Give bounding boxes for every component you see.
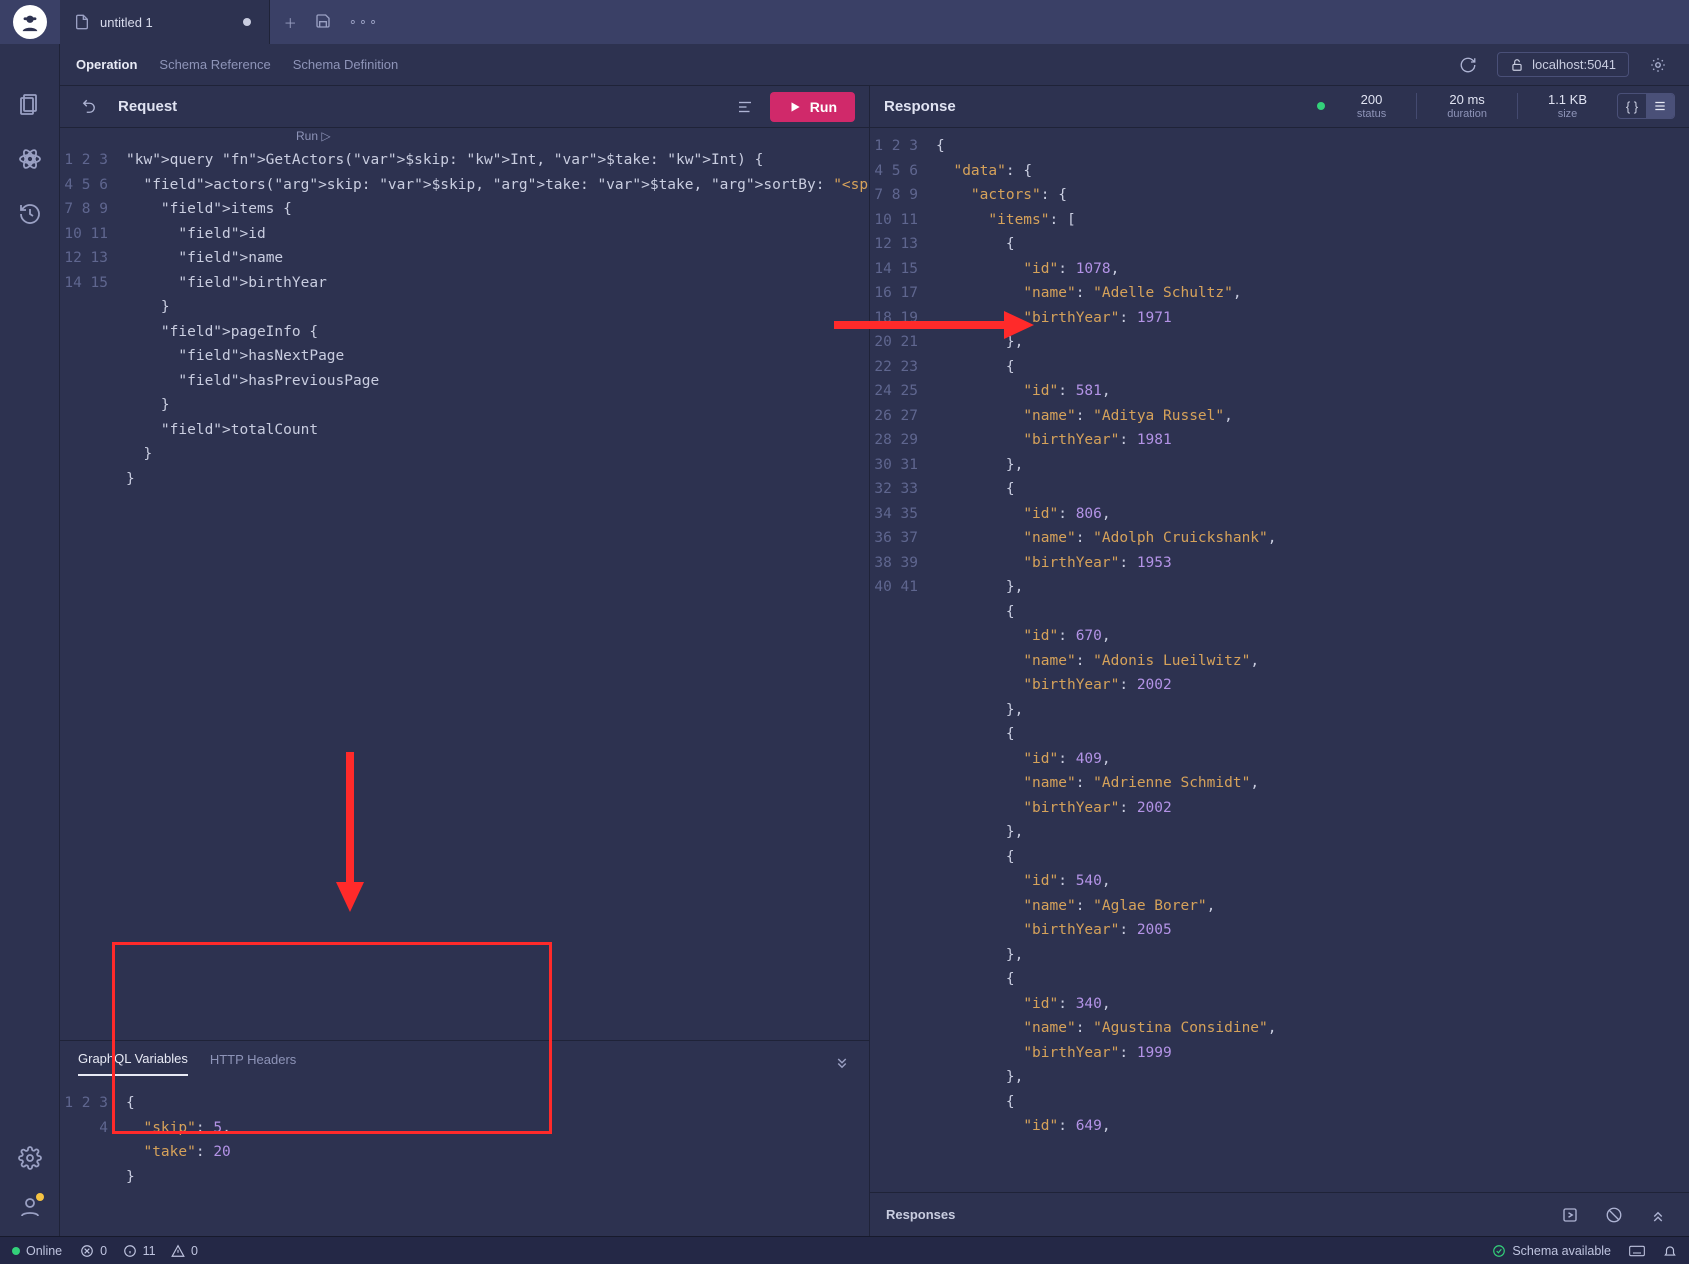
status-value: 200: [1357, 93, 1386, 107]
warning-icon: [171, 1244, 185, 1258]
request-pane: Request Run Run ▷ 1 2 3 4 5 6 7 8 9 10 1…: [60, 86, 870, 1236]
response-title: Response: [884, 98, 956, 115]
save-button[interactable]: [315, 13, 331, 32]
run-label: Run: [810, 99, 837, 115]
open-response-button[interactable]: [1555, 1200, 1585, 1230]
schema-status[interactable]: Schema available: [1492, 1244, 1611, 1258]
errors-count[interactable]: 0 11 0: [80, 1244, 198, 1258]
documents-icon[interactable]: [18, 92, 42, 119]
response-viewer[interactable]: 1 2 3 4 5 6 7 8 9 10 11 12 13 14 15 16 1…: [870, 128, 1689, 1192]
line-gutter: 1 2 3 4 5 6 7 8 9 10 11 12 13 14 15 16 1…: [870, 128, 930, 1192]
endpoint-chip[interactable]: localhost:5041: [1497, 52, 1629, 77]
more-button[interactable]: ∘∘∘: [349, 14, 379, 30]
document-tab[interactable]: untitled 1: [60, 0, 270, 44]
status-bar: Online 0 11 0 Schema available: [0, 1236, 1689, 1264]
line-gutter: 1 2 3 4: [60, 1085, 120, 1236]
tab-operation[interactable]: Operation: [76, 53, 137, 76]
tab-title: untitled 1: [100, 15, 153, 30]
query-editor[interactable]: Run ▷ 1 2 3 4 5 6 7 8 9 10 11 12 13 14 1…: [60, 128, 869, 1040]
size-value: 1.1 KB: [1548, 93, 1587, 107]
check-circle-icon: [1492, 1244, 1506, 1258]
play-icon: [788, 100, 802, 114]
tab-graphql-variables[interactable]: GraphQL Variables: [78, 1051, 188, 1076]
json-view-icon[interactable]: { }: [1618, 94, 1646, 118]
online-status[interactable]: Online: [12, 1244, 62, 1258]
prettify-button[interactable]: [730, 92, 760, 122]
run-button[interactable]: Run: [770, 92, 855, 122]
response-view-toggle[interactable]: { }: [1617, 93, 1675, 119]
response-pane: Response 200status 20 msduration 1.1 KBs…: [870, 86, 1689, 1236]
run-code-lens[interactable]: Run ▷: [296, 129, 331, 143]
expand-responses-button[interactable]: [1643, 1200, 1673, 1230]
tab-http-headers[interactable]: HTTP Headers: [210, 1052, 296, 1075]
line-gutter: 1 2 3 4 5 6 7 8 9 10 11 12 13 14 15: [60, 128, 120, 1040]
app-logo: [13, 5, 47, 39]
keyboard-icon[interactable]: [1629, 1245, 1645, 1257]
responses-title: Responses: [886, 1207, 955, 1222]
new-tab-button[interactable]: ＋: [284, 13, 297, 32]
activity-bar: [0, 44, 60, 1236]
file-icon: [74, 14, 90, 30]
clear-responses-button[interactable]: [1599, 1200, 1629, 1230]
error-icon: [80, 1244, 94, 1258]
settings-icon[interactable]: [18, 1146, 42, 1173]
settings-button[interactable]: [1643, 50, 1673, 80]
request-title: Request: [118, 98, 177, 115]
responses-tray: Responses: [870, 1192, 1689, 1236]
info-icon: [123, 1244, 137, 1258]
online-dot-icon: [12, 1247, 20, 1255]
refresh-schema-button[interactable]: [1453, 50, 1483, 80]
variables-panel: GraphQL Variables HTTP Headers 1 2 3 4 {…: [60, 1040, 869, 1236]
account-icon[interactable]: [18, 1195, 42, 1222]
tab-schema-reference[interactable]: Schema Reference: [159, 53, 270, 76]
explorer-toggle-icon[interactable]: [74, 92, 104, 122]
endpoint-label: localhost:5041: [1532, 57, 1616, 72]
tab-schema-definition[interactable]: Schema Definition: [293, 53, 399, 76]
lock-open-icon: [1510, 58, 1524, 72]
titlebar: untitled 1 ＋ ∘∘∘: [0, 0, 1689, 44]
notifications-icon[interactable]: [1663, 1244, 1677, 1258]
duration-value: 20 ms: [1447, 93, 1487, 107]
history-icon[interactable]: [18, 202, 42, 229]
sub-nav: Operation Schema Reference Schema Defini…: [60, 44, 1689, 86]
collapse-variables-button[interactable]: [833, 1053, 851, 1074]
schema-icon[interactable]: [18, 147, 42, 174]
unsaved-dot-icon: [243, 18, 251, 26]
tree-view-icon[interactable]: [1646, 94, 1674, 118]
variables-editor[interactable]: 1 2 3 4 { "skip": 5, "take": 20 }: [60, 1085, 869, 1236]
status-dot-icon: [1317, 102, 1325, 110]
